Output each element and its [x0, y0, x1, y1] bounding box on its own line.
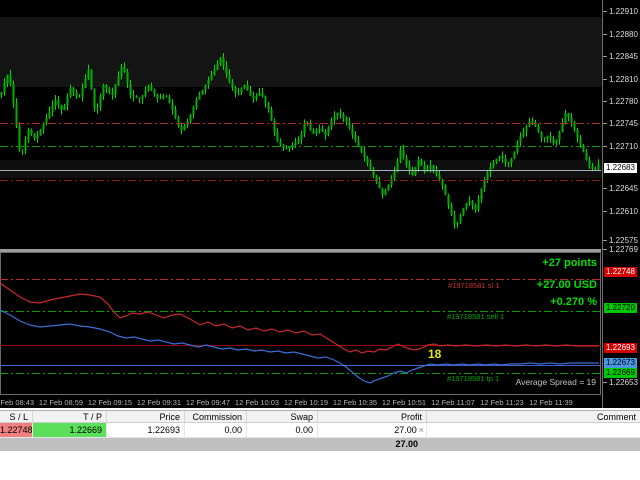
price-axis-label: 1.22769	[609, 245, 638, 254]
price-axis-label: 1.22575	[609, 236, 638, 245]
sl-cell[interactable]: 1.22748	[0, 423, 33, 437]
comment-cell	[427, 423, 640, 437]
time-axis-label: 12 Feb 10:03	[234, 398, 280, 407]
summary-cell-6	[427, 438, 640, 451]
price-axis-tick	[603, 34, 607, 35]
trade-table-header: S / LT / P Price Commission Swap Profit Comme…	[0, 410, 640, 423]
time-axis-label: 12 Feb 10:19	[283, 398, 329, 407]
ask-box: 1.22693	[604, 343, 637, 353]
order-sell-label: #19718581 sell 1	[447, 312, 505, 321]
order-sl-label: #19718581 sl 1	[448, 281, 500, 290]
commission-cell: 0.00	[185, 423, 247, 437]
time-axis-label: 12 Feb 11:39	[529, 398, 573, 407]
time-axis-label: 12 Feb 08:59	[38, 398, 84, 407]
tp-cell[interactable]: 1.22669	[33, 423, 107, 437]
open-price-line	[0, 146, 601, 147]
summary-cell-1	[33, 438, 107, 451]
price-axis-tick	[603, 11, 607, 12]
price-axis-tick	[603, 240, 607, 241]
column-header-comment: Comment	[596, 412, 636, 422]
profit-points-label: +27 points	[542, 257, 597, 269]
profit-cell: 27.00 ×	[318, 423, 427, 437]
bid-ask-lines	[0, 282, 599, 384]
summary-cell-0	[0, 438, 33, 451]
trading-terminal-window: +27 points +27.00 USD +0.270 % #19718581…	[0, 0, 640, 480]
column-header-tp: T / P	[33, 411, 107, 422]
order-tp-label: #19718581 tp 1	[447, 374, 500, 383]
price-axis-label: 1.22653	[609, 378, 638, 387]
time-axis-label: 12 Feb 10:35	[332, 398, 378, 407]
price-axis-tick	[603, 211, 607, 212]
time-axis-label: 12 Feb 10:51	[381, 398, 427, 407]
summary-cell-4	[247, 438, 318, 451]
current-spread-value: 18	[428, 347, 442, 361]
time-axis-label: 12 Feb 11:23	[480, 398, 524, 407]
summary-cell-3	[185, 438, 247, 451]
trade-table-row[interactable]: 1.22748 1.22669 1.22693 0.00 0.00 27.00 ×	[0, 423, 640, 438]
price-axis[interactable]: 1.22910 1.22880 1.22845 1.22810 1.22780 1.227…	[602, 0, 640, 408]
profit-value: 27.00	[394, 424, 417, 435]
price-axis-tick	[603, 249, 607, 250]
time-axis-label: 12 Feb 09:31	[136, 398, 182, 407]
close-position-icon[interactable]: ×	[419, 423, 424, 437]
price-axis-tick	[603, 123, 607, 124]
column-header-swap: Swap	[247, 411, 318, 422]
price-axis-label: 1.22880	[609, 30, 638, 39]
profit-percent-label: +0.270 %	[550, 296, 597, 308]
column-header-profit: Profit	[318, 411, 427, 422]
stop-loss-line	[0, 123, 601, 124]
price-axis-label: 1.22845	[609, 52, 638, 61]
time-axis-label: 12 Feb 11:07	[431, 398, 475, 407]
time-axis-label: 12 Feb 09:47	[185, 398, 231, 407]
bid-box: 1.22673	[604, 358, 637, 368]
bid-line	[0, 309, 599, 384]
price-axis-tick	[603, 382, 607, 383]
time-axis-label: 12 Feb 08:43	[0, 398, 35, 407]
candlestick-series	[0, 53, 600, 229]
price-axis-tick	[603, 79, 607, 80]
ask-line	[0, 282, 599, 354]
trade-table-summary-row: 27.00	[0, 438, 640, 451]
price-axis-label: 1.22910	[609, 7, 638, 16]
price-axis-label: 1.22610	[609, 207, 638, 216]
column-header-price: Price	[107, 411, 185, 422]
price-axis-label: 1.22810	[609, 75, 638, 84]
stop-loss-box: 1.22748	[604, 267, 637, 277]
take-profit-box: 1.22669	[604, 368, 637, 378]
average-spread-label: Average Spread = 19	[515, 377, 596, 387]
time-axis[interactable]: 12 Feb 08:4312 Feb 08:5912 Feb 09:1512 F…	[0, 396, 602, 408]
profit-usd-label: +27.00 USD	[536, 279, 597, 291]
current-price-line	[0, 170, 601, 171]
open-price-box: 1.22720	[604, 303, 637, 313]
price-axis-tick	[603, 56, 607, 57]
price-axis-tick	[603, 146, 607, 147]
price-axis-label: 1.22645	[609, 184, 638, 193]
trade-table: S / LT / P Price Commission Swap Profit Comme…	[0, 410, 640, 451]
summary-cell-5: 27.00	[395, 439, 418, 449]
column-header-sl: S / L	[0, 411, 33, 422]
price-cell: 1.22693	[107, 423, 185, 437]
swap-cell: 0.00	[247, 423, 318, 437]
price-axis-label: 1.22745	[609, 119, 638, 128]
price-axis-label: 1.22780	[609, 97, 638, 106]
price-axis-label: 1.22710	[609, 142, 638, 151]
take-profit-line	[0, 180, 601, 181]
price-axis-tick	[603, 188, 607, 189]
column-header-commission: Commission	[185, 411, 247, 422]
current-bid-box: 1.22683	[604, 163, 637, 173]
time-axis-label: 12 Feb 09:15	[87, 398, 133, 407]
summary-cell-2	[107, 438, 185, 451]
price-axis-tick	[603, 101, 607, 102]
